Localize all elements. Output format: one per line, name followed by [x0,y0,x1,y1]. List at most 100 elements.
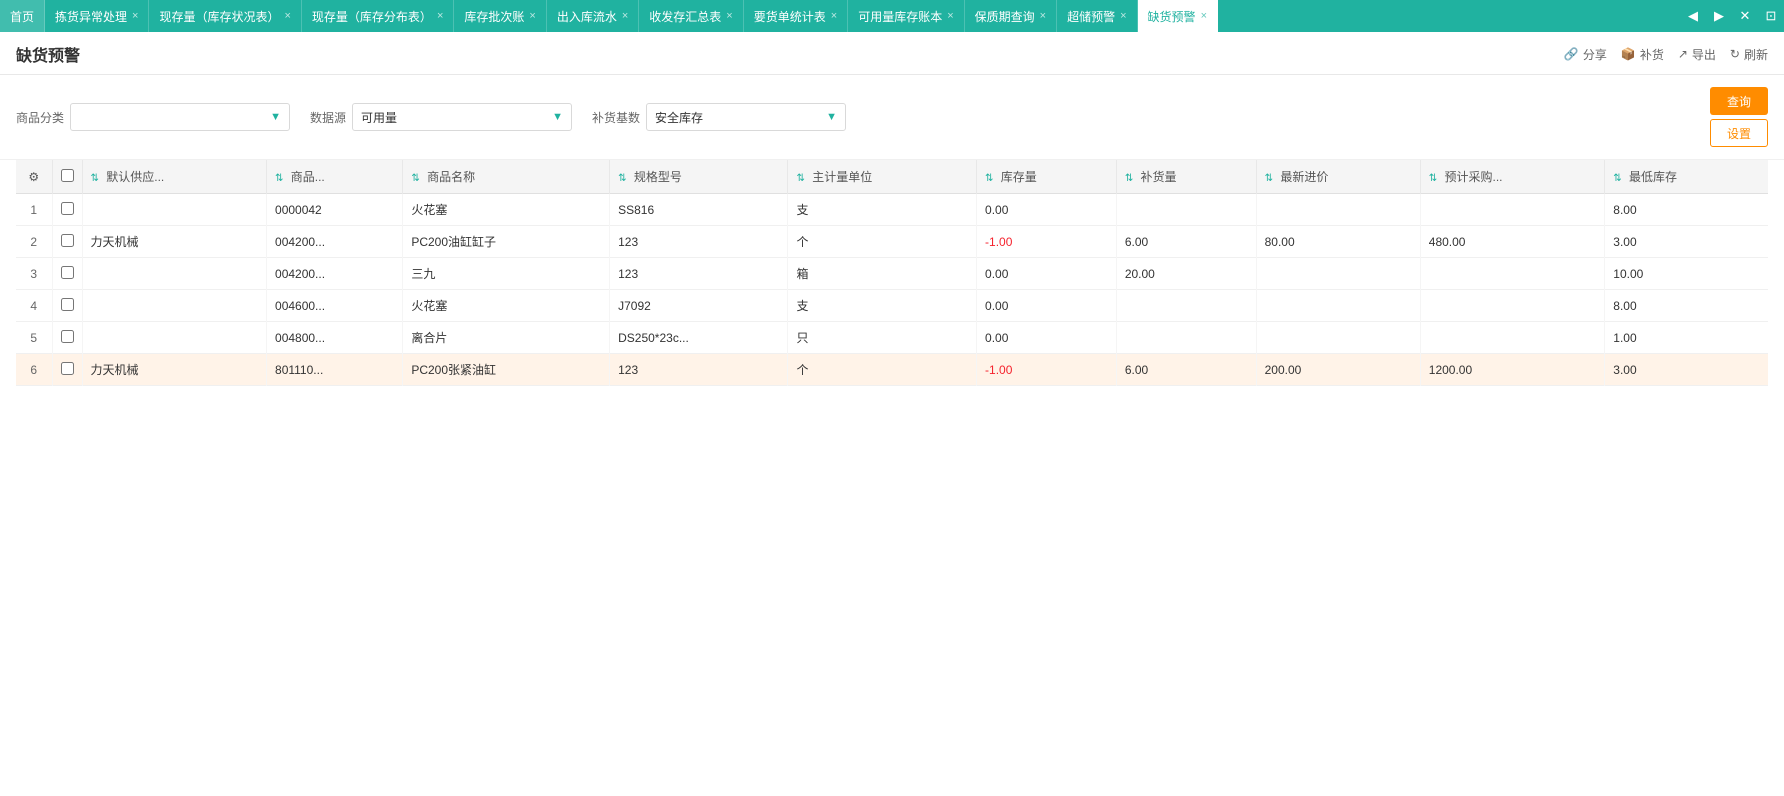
row-checkbox-6[interactable] [61,362,74,375]
col-product-code[interactable]: ⇅ 商品... [267,160,403,194]
row-supplier-2: 力天机械 [82,226,267,258]
row-supplier-6: 力天机械 [82,354,267,386]
tab-stock-dist[interactable]: 现存量（库存分布表） × [302,0,454,32]
row-est-purchase-1 [1420,194,1605,226]
tab-close-all-button[interactable]: ✕ [1732,3,1758,29]
col-spec[interactable]: ⇅ 规格型号 [610,160,788,194]
datasource-select[interactable]: 可用量 ▼ [352,103,572,131]
col-latest-price[interactable]: ⇅ 最新进价 [1256,160,1420,194]
row-supplier-3 [82,258,267,290]
category-label: 商品分类 [16,109,64,126]
tab-stock-status[interactable]: 现存量（库存状况表） × [149,0,301,32]
table-row: 5 004800... 离合片 DS250*23c... 只 0.00 1.00 [16,322,1768,354]
col-replenish[interactable]: ⇅ 补货量 [1116,160,1256,194]
tab-overstock[interactable]: 超储预警 × [1057,0,1137,32]
tab-order-stat[interactable]: 要货单统计表 × [744,0,848,32]
supplier-sort-icon: ⇅ [91,173,99,184]
row-stock-6: -1.00 [977,354,1117,386]
table-body: 1 0000042 火花塞 SS816 支 0.00 8.00 2 力天机械 0… [16,194,1768,386]
table-container: ⚙ ⇅ 默认供应... ⇅ 商品... ⇅ 商品名称 [0,160,1784,386]
query-button[interactable]: 查询 [1710,87,1768,115]
row-product-name-2: PC200油缸缸子 [403,226,610,258]
tab-close-inout[interactable]: × [622,10,628,22]
share-action[interactable]: 🔗 分享 [1564,46,1607,63]
row-min-stock-1: 8.00 [1605,194,1768,226]
col-supplier[interactable]: ⇅ 默认供应... [82,160,267,194]
spec-sort-icon: ⇅ [618,173,626,184]
col-est-purchase[interactable]: ⇅ 预计采购... [1420,160,1605,194]
row-product-code-6: 801110... [267,354,403,386]
row-product-name-4: 火花塞 [403,290,610,322]
tab-close-overstock[interactable]: × [1120,10,1126,22]
row-check-6[interactable] [52,354,82,386]
col-settings[interactable]: ⚙ [16,160,52,194]
tab-close-abnormal[interactable]: × [132,10,138,22]
select-all-checkbox[interactable] [61,169,74,182]
tab-expand-button[interactable]: ⊡ [1758,3,1784,29]
row-check-1[interactable] [52,194,82,226]
row-latest-price-3 [1256,258,1420,290]
row-spec-2: 123 [610,226,788,258]
row-unit-5: 只 [788,322,977,354]
row-stock-1: 0.00 [977,194,1117,226]
row-check-2[interactable] [52,226,82,258]
row-replenish-2: 6.00 [1116,226,1256,258]
settings-button[interactable]: 设置 [1710,119,1768,147]
export-action[interactable]: ↗ 导出 [1678,46,1716,63]
refresh-action[interactable]: ↻ 刷新 [1730,46,1768,63]
tab-close-stock-status[interactable]: × [284,10,290,22]
product-code-sort-icon: ⇅ [275,173,283,184]
tab-close-stock-dist[interactable]: × [437,10,443,22]
row-check-5[interactable] [52,322,82,354]
table-row: 1 0000042 火花塞 SS816 支 0.00 8.00 [16,194,1768,226]
row-spec-4: J7092 [610,290,788,322]
row-check-4[interactable] [52,290,82,322]
col-product-name[interactable]: ⇅ 商品名称 [403,160,610,194]
tab-close-expiry[interactable]: × [1040,10,1046,22]
tab-batch[interactable]: 库存批次账 × [454,0,546,32]
share-icon: 🔗 [1564,47,1579,61]
col-min-stock[interactable]: ⇅ 最低库存 [1605,160,1768,194]
tab-expiry[interactable]: 保质期查询 × [965,0,1057,32]
row-checkbox-1[interactable] [61,202,74,215]
tab-close-avail-ledger[interactable]: × [947,10,953,22]
row-latest-price-4 [1256,290,1420,322]
col-unit[interactable]: ⇅ 主计量单位 [788,160,977,194]
replenish-action[interactable]: 📦 补货 [1621,46,1664,63]
row-product-name-3: 三九 [403,258,610,290]
row-spec-5: DS250*23c... [610,322,788,354]
header-actions: 🔗 分享 📦 补货 ↗ 导出 ↻ 刷新 [1564,46,1768,63]
tab-close-order-stat[interactable]: × [831,10,837,22]
row-checkbox-5[interactable] [61,330,74,343]
row-supplier-4 [82,290,267,322]
row-checkbox-4[interactable] [61,298,74,311]
replenish-base-select[interactable]: 安全库存 ▼ [646,103,846,131]
row-num-1: 1 [16,194,52,226]
tab-avail-ledger[interactable]: 可用量库存账本 × [848,0,964,32]
row-check-3[interactable] [52,258,82,290]
tab-inout[interactable]: 出入库流水 × [547,0,639,32]
tab-home[interactable]: 首页 [0,0,45,32]
row-product-code-2: 004200... [267,226,403,258]
row-min-stock-2: 3.00 [1605,226,1768,258]
tab-next-button[interactable]: ▶ [1706,3,1732,29]
datasource-filter-group: 数据源 可用量 ▼ [310,103,572,131]
row-min-stock-3: 10.00 [1605,258,1768,290]
tab-prev-button[interactable]: ◀ [1680,3,1706,29]
tab-close-receipt[interactable]: × [726,10,732,22]
tab-receipt[interactable]: 收发存汇总表 × [639,0,743,32]
tab-shortage[interactable]: 缺货预警 × [1138,0,1218,32]
row-unit-3: 箱 [788,258,977,290]
col-stock[interactable]: ⇅ 库存量 [977,160,1117,194]
tab-close-shortage[interactable]: × [1201,10,1207,22]
row-checkbox-3[interactable] [61,266,74,279]
row-replenish-5 [1116,322,1256,354]
settings-icon: ⚙ [28,170,39,184]
tab-nav-buttons: ◀ ▶ ✕ ⊡ [1680,3,1784,29]
row-product-code-4: 004600... [267,290,403,322]
tab-abnormal[interactable]: 拣货异常处理 × [45,0,149,32]
tab-close-batch[interactable]: × [529,10,535,22]
category-select[interactable]: ▼ [70,103,290,131]
row-checkbox-2[interactable] [61,234,74,247]
row-product-code-5: 004800... [267,322,403,354]
